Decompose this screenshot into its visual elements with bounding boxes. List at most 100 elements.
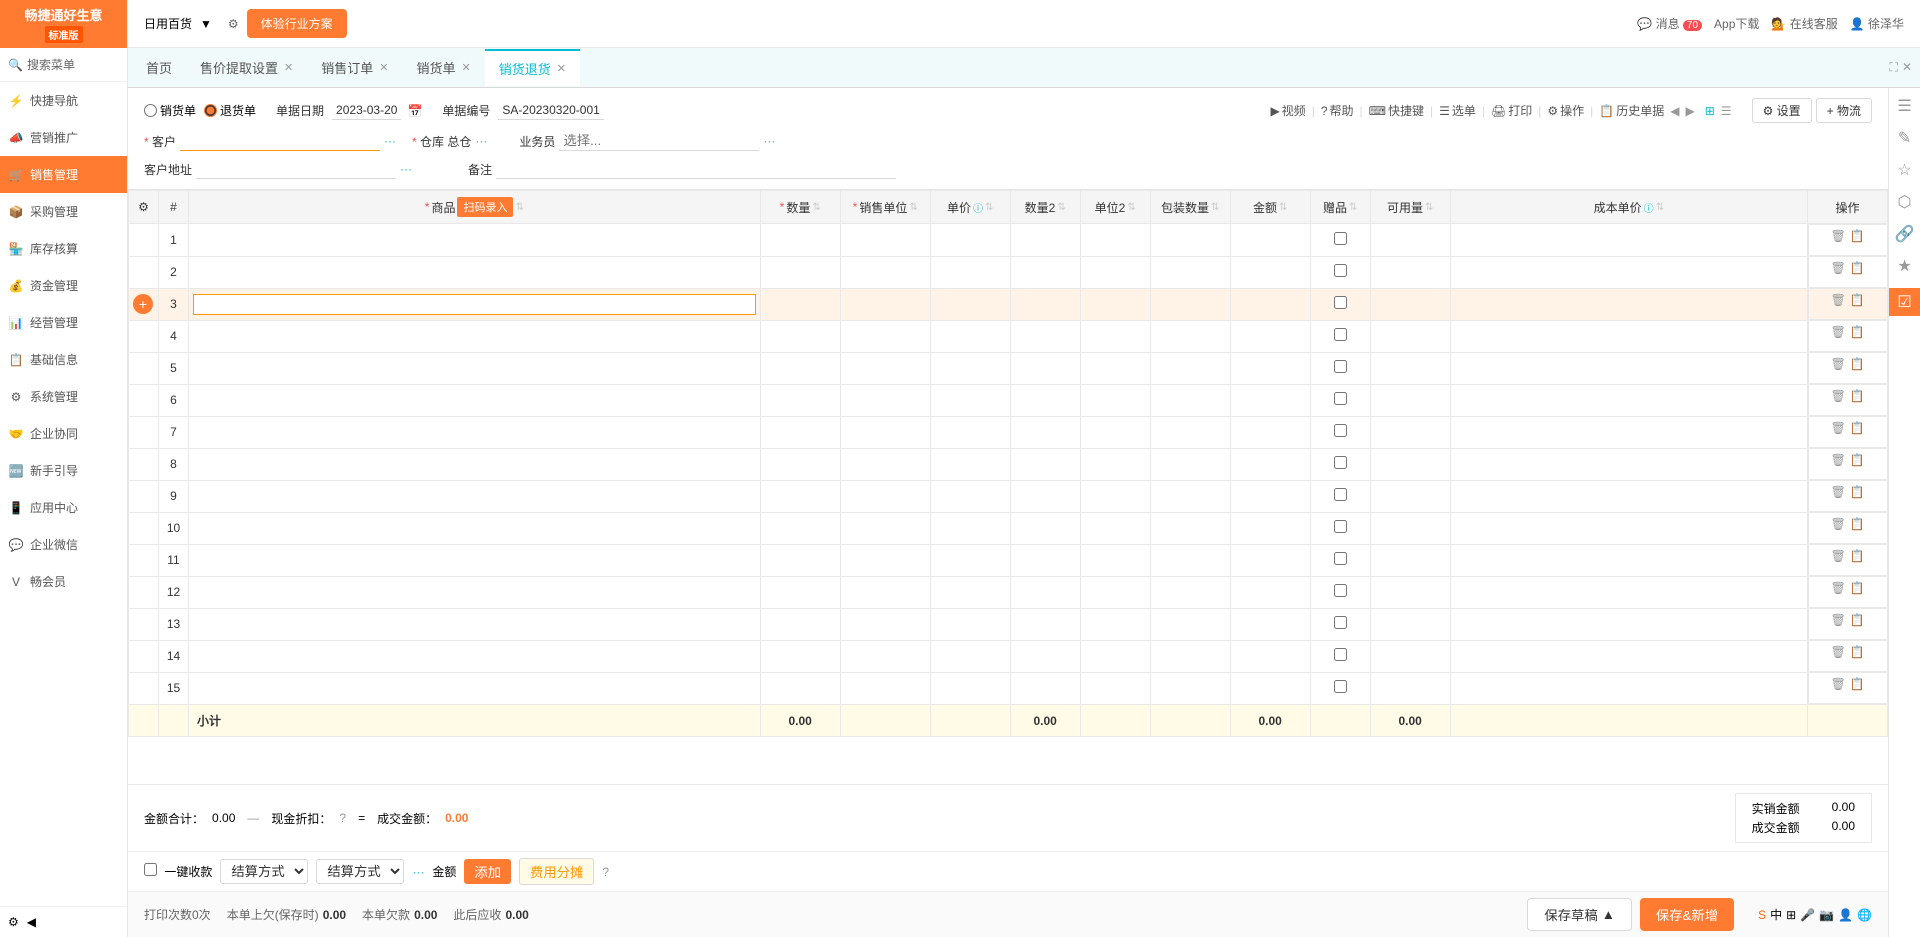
nav-dropdown-icon[interactable]: ▼ [200, 17, 212, 31]
qty2-sort[interactable]: ⇅ [1057, 202, 1065, 213]
tab-close-sales-order[interactable]: ✕ [379, 61, 388, 74]
history-next-icon[interactable]: ▶ [1686, 104, 1695, 118]
copy-icon[interactable]: 📋 [1850, 453, 1865, 475]
delete-icon[interactable]: 🗑 [1831, 293, 1846, 315]
copy-icon[interactable]: 📋 [1850, 645, 1865, 667]
warehouse-select-btn[interactable]: ··· [475, 134, 487, 148]
address-input[interactable] [196, 159, 396, 179]
save-new-button[interactable]: 保存&新增 [1640, 898, 1734, 931]
delete-icon[interactable]: 🗑 [1831, 485, 1846, 507]
unit-sort[interactable]: ⇅ [909, 202, 917, 213]
product-input-active[interactable] [193, 294, 756, 315]
amount-sort[interactable]: ⇅ [1279, 202, 1287, 213]
col-available[interactable]: 可用量⇅ [1370, 191, 1450, 224]
sidebar-item-newguide[interactable]: 🆕 新手引导 [0, 452, 127, 489]
tab-price-setting[interactable]: 售价提取设置 ✕ [186, 50, 307, 85]
delete-icon[interactable]: 🗑 [1831, 357, 1846, 379]
app-download-link[interactable]: App下载 [1714, 15, 1759, 32]
sidebar-item-marketing[interactable]: 📣 营销推广 [0, 119, 127, 156]
col-pack-qty[interactable]: 包装数量⇅ [1150, 191, 1230, 224]
sidebar-search[interactable]: 🔍 搜索菜单 [0, 48, 127, 82]
toolbar-shortcuts[interactable]: ⌨ 快捷键 [1369, 102, 1424, 119]
product-sort[interactable]: ⇅ [515, 202, 523, 213]
user-avatar[interactable]: 👤 徐泽华 [1850, 15, 1904, 32]
rs-icon-6[interactable]: ★ [1897, 256, 1911, 276]
radio-return-bill[interactable]: 退货单 [204, 102, 256, 119]
delete-icon[interactable]: 🗑 [1831, 581, 1846, 603]
rs-icon-2[interactable]: ✎ [1898, 128, 1911, 148]
tool4-icon[interactable]: 📷 [1819, 908, 1834, 922]
delete-icon[interactable]: 🗑 [1831, 453, 1846, 475]
copy-icon[interactable]: 📋 [1850, 293, 1865, 315]
account-dots[interactable]: ··· [412, 865, 424, 879]
tool2-icon[interactable]: ⊞ [1786, 908, 1796, 922]
sidebar-item-wechat[interactable]: 💬 企业微信 [0, 526, 127, 563]
col-gift[interactable]: 赠品⇅ [1310, 191, 1370, 224]
copy-icon[interactable]: 📋 [1850, 357, 1865, 379]
toolbar-history[interactable]: 📋 历史单据 [1599, 102, 1664, 119]
toolbar-operate[interactable]: ⚙ 操作 [1547, 102, 1584, 119]
tool1-icon[interactable]: 中 [1770, 906, 1782, 923]
pack-sort[interactable]: ⇅ [1211, 202, 1219, 213]
add-ship-button[interactable]: + 物流 [1816, 98, 1872, 123]
copy-icon[interactable]: 📋 [1850, 421, 1865, 443]
col-qty[interactable]: *数量⇅ [760, 191, 840, 224]
collapse-icon[interactable]: ◀ [27, 915, 36, 929]
toolbar-help[interactable]: ? 帮助 [1321, 102, 1354, 119]
sidebar-item-operations[interactable]: 📊 经营管理 [0, 304, 127, 341]
settlement-select[interactable]: 结算方式 [220, 859, 308, 884]
tab-sales-order[interactable]: 销售订单 ✕ [307, 50, 402, 85]
copy-icon[interactable]: 📋 [1850, 261, 1865, 283]
gift-sort[interactable]: ⇅ [1349, 202, 1357, 213]
rs-icon-4[interactable]: ⬡ [1898, 192, 1912, 212]
customer-input[interactable] [180, 131, 380, 151]
tab-maximize-icon[interactable]: ⛶ [1890, 60, 1898, 75]
col-product[interactable]: * 商品 扫码录入 ⇅ [189, 191, 761, 224]
add-row-button[interactable]: + [133, 294, 153, 314]
copy-icon[interactable]: 📋 [1850, 549, 1865, 571]
add-fee-button[interactable]: 添加 [464, 859, 511, 884]
tool3-icon[interactable]: 🎤 [1800, 908, 1815, 922]
qty-sort[interactable]: ⇅ [812, 202, 820, 213]
sidebar-item-system[interactable]: ⚙ 系统管理 [0, 378, 127, 415]
bill-number-value[interactable]: SA-20230320-001 [498, 101, 603, 120]
delete-icon[interactable]: 🗑 [1831, 613, 1846, 635]
copy-icon[interactable]: 📋 [1850, 613, 1865, 635]
tab-home[interactable]: 首页 [132, 50, 186, 85]
list-view-icon[interactable]: ☰ [1721, 104, 1732, 118]
avail-sort[interactable]: ⇅ [1425, 202, 1433, 213]
address-select-btn[interactable]: ··· [400, 162, 412, 176]
col-unit2[interactable]: 单位2⇅ [1080, 191, 1150, 224]
calendar-icon[interactable]: 📅 [407, 104, 422, 118]
delete-icon[interactable]: 🗑 [1831, 389, 1846, 411]
customer-select-btn[interactable]: ··· [384, 134, 396, 148]
copy-icon[interactable]: 📋 [1850, 517, 1865, 539]
delete-icon[interactable]: 🗑 [1831, 645, 1846, 667]
sidebar-item-finance[interactable]: 💰 资金管理 [0, 267, 127, 304]
staff-select-btn[interactable]: ··· [763, 134, 775, 148]
sidebar-item-purchase[interactable]: 📦 采购管理 [0, 193, 127, 230]
copy-icon[interactable]: 📋 [1850, 325, 1865, 347]
experience-button[interactable]: 体验行业方案 [247, 9, 347, 38]
grid-view-icon[interactable]: ⊞ [1705, 104, 1715, 118]
delete-icon[interactable]: 🗑 [1831, 517, 1846, 539]
tool6-icon[interactable]: 🌐 [1857, 908, 1872, 922]
radio-sale-bill[interactable]: 销货单 [144, 102, 196, 119]
delete-icon[interactable]: 🗑 [1831, 229, 1846, 251]
note-input[interactable] [496, 159, 896, 179]
question-icon[interactable]: ? [339, 811, 346, 825]
copy-icon[interactable]: 📋 [1850, 229, 1865, 251]
col-amount[interactable]: 金额⇅ [1230, 191, 1310, 224]
cost-sort[interactable]: ⇅ [1656, 202, 1664, 213]
col-sale-unit[interactable]: *销售单位⇅ [840, 191, 930, 224]
staff-input[interactable] [559, 131, 759, 151]
toolbar-select[interactable]: ☰ 选单 [1439, 102, 1476, 119]
message-icon-area[interactable]: 💬 消息 70 [1637, 15, 1702, 32]
gear-icon[interactable]: ⚙ [138, 200, 149, 214]
tab-close-all-icon[interactable]: ✕ [1902, 60, 1912, 75]
sidebar-item-enterprise[interactable]: 🤝 企业协同 [0, 415, 127, 452]
rs-icon-1[interactable]: ☰ [1897, 96, 1911, 116]
delete-icon[interactable]: 🗑 [1831, 325, 1846, 347]
copy-icon[interactable]: 📋 [1850, 677, 1865, 699]
fee-split-button[interactable]: 费用分摊 [519, 858, 594, 885]
